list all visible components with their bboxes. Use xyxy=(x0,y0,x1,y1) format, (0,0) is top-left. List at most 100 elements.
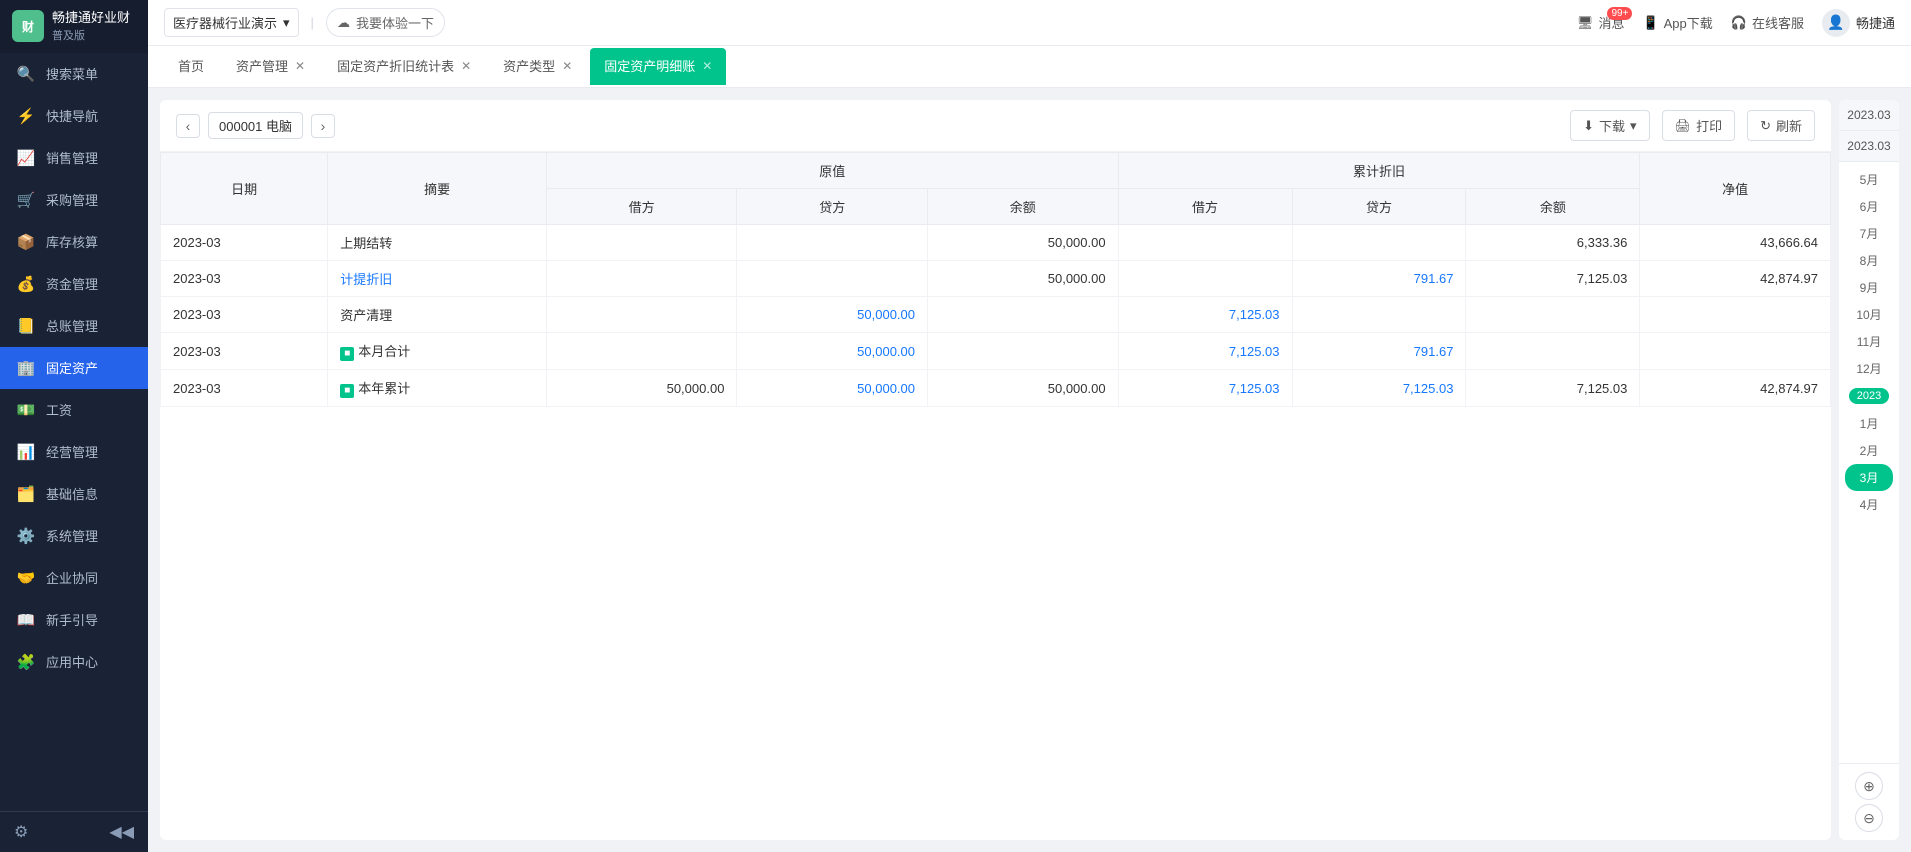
quick-nav-icon: ⚡ xyxy=(16,106,36,126)
timeline-collapse-button[interactable]: ⊖ xyxy=(1855,804,1883,832)
cell-net: 42,874.97 xyxy=(1640,370,1831,407)
cell-orig-debit xyxy=(546,333,737,370)
timeline-month-3月[interactable]: 3月 xyxy=(1845,464,1893,491)
prev-asset-button[interactable]: ‹ xyxy=(176,114,200,138)
sidebar-item-app-center[interactable]: 🧩 应用中心 xyxy=(0,641,148,683)
sidebar-item-label: 固定资产 xyxy=(46,358,98,377)
system-icon: ⚙️ xyxy=(16,526,36,546)
company-name: 医疗器械行业演示 xyxy=(173,13,277,32)
sidebar-item-sales[interactable]: 📈 销售管理 xyxy=(0,137,148,179)
download-label: 下载 xyxy=(1599,116,1625,135)
sidebar-item-inventory[interactable]: 📦 库存核算 xyxy=(0,221,148,263)
timeline-month-4月[interactable]: 4月 xyxy=(1839,491,1899,518)
asset-tag: 000001 电脑 xyxy=(208,112,303,139)
tab-close-icon[interactable]: ✕ xyxy=(702,59,712,73)
sidebar-scroll: 🔍 搜索菜单 ⚡ 快捷导航 📈 销售管理 🛒 采购管理 📦 库存核算 💰 资金管… xyxy=(0,53,148,811)
user-menu[interactable]: 👤 畅捷通 xyxy=(1822,9,1895,37)
message-action[interactable]: 🖥 消息 99+ xyxy=(1577,13,1625,32)
timeline-header2: 2023.03 xyxy=(1839,131,1899,162)
timeline-expand-button[interactable]: ⊕ xyxy=(1855,772,1883,800)
refresh-icon: ↻ xyxy=(1760,118,1771,134)
cell-orig-credit: 50,000.00 xyxy=(737,297,928,333)
tab-close-icon[interactable]: ✕ xyxy=(295,59,305,73)
settings-icon[interactable]: ⚙ xyxy=(14,822,28,842)
experience-btn[interactable]: ☁ 我要体验一下 xyxy=(326,8,445,37)
inventory-icon: 📦 xyxy=(16,232,36,252)
tab-close-icon[interactable]: ✕ xyxy=(461,59,471,73)
sidebar-item-system[interactable]: ⚙️ 系统管理 xyxy=(0,515,148,557)
tab-fixed-depreciation[interactable]: 固定资产折旧统计表 ✕ xyxy=(323,48,485,85)
timeline-actions: ⊕ ⊖ xyxy=(1839,763,1899,840)
timeline-month-12月[interactable]: 12月 xyxy=(1839,355,1899,382)
user-name: 畅捷通 xyxy=(1856,13,1895,32)
company-selector[interactable]: 医疗器械行业演示 ▾ xyxy=(164,8,299,37)
col-accumulated: 累计折旧 xyxy=(1118,153,1640,189)
timeline-month-6月[interactable]: 6月 xyxy=(1839,193,1899,220)
sidebar-item-label: 企业协同 xyxy=(46,568,98,587)
download-button[interactable]: ⬇ 下载 ▾ xyxy=(1570,110,1649,141)
col-orig-credit: 贷方 xyxy=(737,189,928,225)
cell-net xyxy=(1640,297,1831,333)
app-download-action[interactable]: 📱 App下载 xyxy=(1642,13,1712,32)
timeline-month-5月[interactable]: 5月 xyxy=(1839,166,1899,193)
tab-close-icon[interactable]: ✕ xyxy=(562,59,572,73)
timeline-month-8月[interactable]: 8月 xyxy=(1839,247,1899,274)
timeline-month-9月[interactable]: 9月 xyxy=(1839,274,1899,301)
sidebar-item-payroll[interactable]: 💵 工资 xyxy=(0,389,148,431)
timeline-month-7月[interactable]: 7月 xyxy=(1839,220,1899,247)
timeline-month-10月[interactable]: 10月 xyxy=(1839,301,1899,328)
sidebar-item-guide[interactable]: 📖 新手引导 xyxy=(0,599,148,641)
sidebar-item-label: 库存核算 xyxy=(46,232,98,251)
cell-accum-debit xyxy=(1118,225,1292,261)
timeline-month-11月[interactable]: 11月 xyxy=(1839,328,1899,355)
tab-fixed-detail[interactable]: 固定资产明细账✕ xyxy=(590,48,726,85)
cell-orig-debit xyxy=(546,225,737,261)
cell-date: 2023-03 xyxy=(161,225,328,261)
message-icon: 🖥 xyxy=(1577,15,1594,31)
col-accum-debit: 借方 xyxy=(1118,189,1292,225)
cell-accum-balance xyxy=(1466,297,1640,333)
sidebar-item-ledger[interactable]: 📒 总账管理 xyxy=(0,305,148,347)
main-card: ‹ 000001 电脑 › ⬇ 下载 ▾ 🖨 打印 ↻ xyxy=(160,100,1831,840)
timeline-month-2月[interactable]: 2月 xyxy=(1839,437,1899,464)
sidebar-item-cooperation[interactable]: 🤝 企业协同 xyxy=(0,557,148,599)
cloud-icon: ☁ xyxy=(337,15,350,31)
cell-accum-debit: 7,125.03 xyxy=(1118,370,1292,407)
sidebar-item-quick-nav[interactable]: ⚡ 快捷导航 xyxy=(0,95,148,137)
sidebar-item-label: 新手引导 xyxy=(46,610,98,629)
tab-home[interactable]: 首页 xyxy=(164,48,218,85)
download-icon: 📱 xyxy=(1642,15,1658,31)
print-button[interactable]: 🖨 打印 xyxy=(1662,110,1736,141)
sidebar-item-label: 搜索菜单 xyxy=(46,64,98,83)
app-center-icon: 🧩 xyxy=(16,652,36,672)
payroll-icon: 💵 xyxy=(16,400,36,420)
tab-label: 固定资产折旧统计表 xyxy=(337,56,454,75)
col-accum-balance: 余额 xyxy=(1466,189,1640,225)
card-toolbar: ‹ 000001 电脑 › ⬇ 下载 ▾ 🖨 打印 ↻ xyxy=(160,100,1831,152)
sidebar-item-purchase[interactable]: 🛒 采购管理 xyxy=(0,179,148,221)
tab-label: 首页 xyxy=(178,56,204,75)
sidebar-item-search[interactable]: 🔍 搜索菜单 xyxy=(0,53,148,95)
fixed-assets-icon: 🏢 xyxy=(16,358,36,378)
tab-asset-manage[interactable]: 资产管理✕ xyxy=(222,48,319,85)
sidebar-item-fixed-assets[interactable]: 🏢 固定资产 xyxy=(0,347,148,389)
topbar-right: 🖥 消息 99+ 📱 App下载 🎧 在线客服 👤 畅捷通 xyxy=(1577,9,1895,37)
refresh-button[interactable]: ↻ 刷新 xyxy=(1747,110,1815,141)
table-row: 2023-03 计提折旧 50,000.00 791.67 7,125.03 4… xyxy=(161,261,1831,297)
print-label: 打印 xyxy=(1696,116,1722,135)
timeline-month-1月[interactable]: 1月 xyxy=(1839,410,1899,437)
sidebar-item-finance[interactable]: 💰 资金管理 xyxy=(0,263,148,305)
sidebar-bottom: ⚙ ◀◀ xyxy=(0,811,148,852)
sidebar-item-basic-info[interactable]: 🗂️ 基础信息 xyxy=(0,473,148,515)
main-area: 医疗器械行业演示 ▾ | ☁ 我要体验一下 🖥 消息 99+ 📱 App下载 🎧… xyxy=(148,0,1911,852)
sidebar-item-operations[interactable]: 📊 经营管理 xyxy=(0,431,148,473)
col-orig-balance: 余额 xyxy=(928,189,1119,225)
expand-icon: ⊕ xyxy=(1863,778,1875,795)
col-orig-debit: 借方 xyxy=(546,189,737,225)
next-asset-button[interactable]: › xyxy=(311,114,335,138)
customer-service-action[interactable]: 🎧 在线客服 xyxy=(1731,13,1804,32)
tab-asset-type[interactable]: 资产类型✕ xyxy=(489,48,586,85)
search-icon: 🔍 xyxy=(16,64,36,84)
collapse-icon[interactable]: ◀◀ xyxy=(109,822,134,842)
col-accum-credit: 贷方 xyxy=(1292,189,1466,225)
